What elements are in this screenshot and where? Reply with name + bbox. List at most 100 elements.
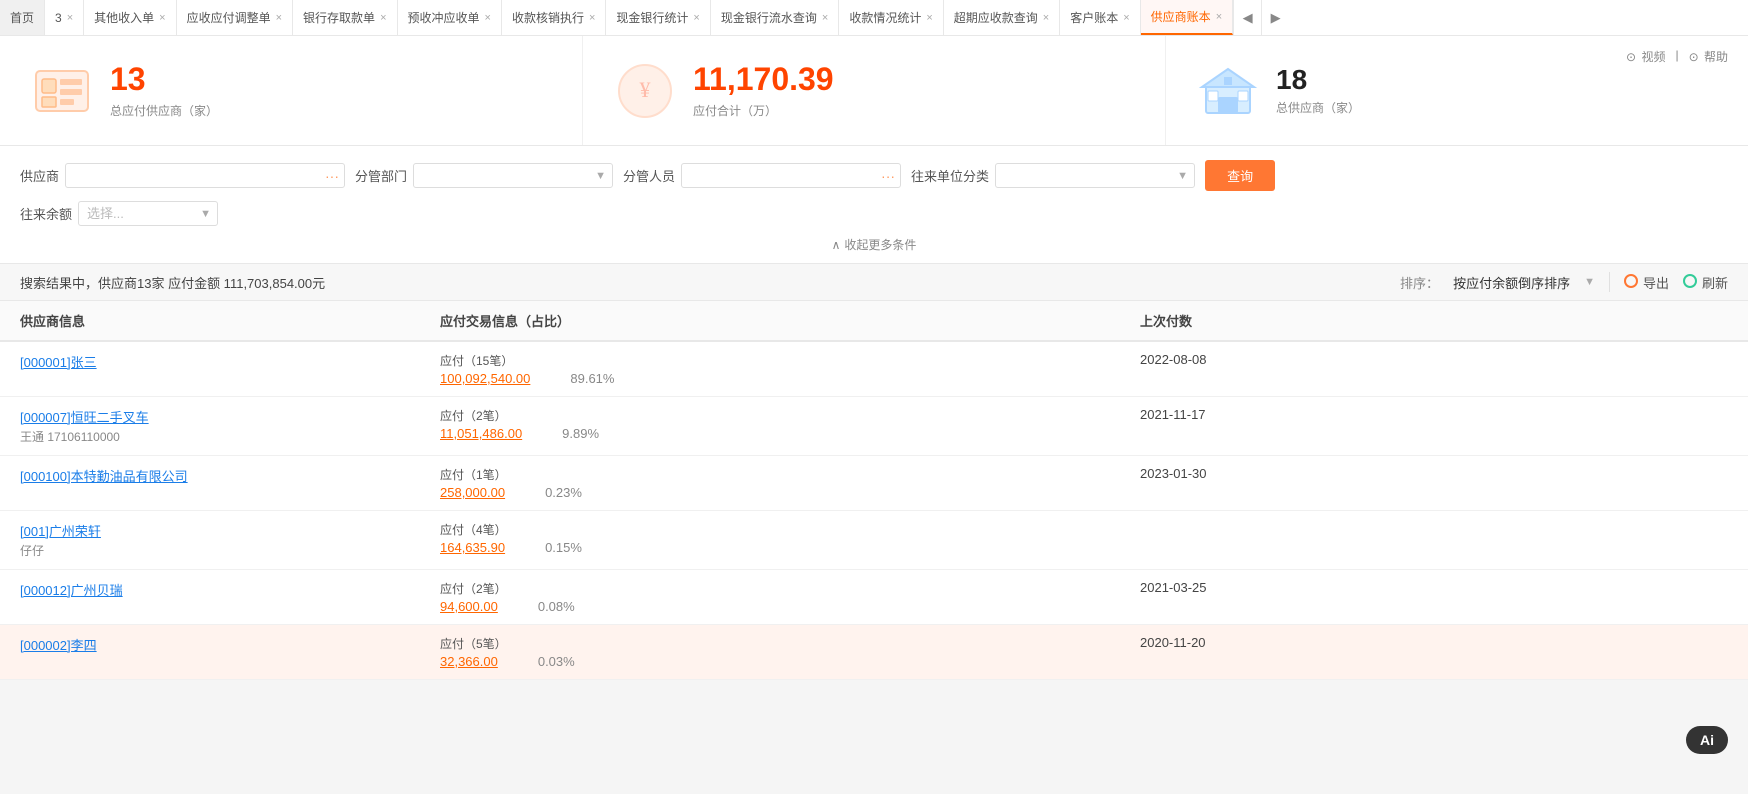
tx-amount[interactable]: 258,000.00: [440, 485, 505, 500]
tx-amount[interactable]: 164,635.90: [440, 540, 505, 555]
table-row: [000100]本特勤油品有限公司应付（1笔）258,000.000.23%20…: [0, 456, 1748, 511]
col-supplier-info: 供应商信息: [0, 301, 420, 341]
last-pay-cell: [1120, 511, 1748, 570]
tx-amount[interactable]: 94,600.00: [440, 599, 498, 614]
summary-bar: 13 总应付供应商（家） ¥ 11,170.39 应付合计（万）: [0, 36, 1748, 146]
filter-dept: 分管部门 ▼: [355, 163, 613, 188]
close-icon[interactable]: ×: [822, 12, 828, 24]
close-icon[interactable]: ×: [67, 12, 73, 24]
supplier-info-cell: [001]广州荣轩仔仔: [0, 511, 420, 570]
tx-info-cell: 应付（4笔）164,635.900.15%: [420, 511, 1120, 570]
supplier-link[interactable]: [000100]本特勤油品有限公司: [20, 469, 188, 484]
tx-amount[interactable]: 32,366.00: [440, 654, 498, 669]
result-actions: 排序： 按应付余额倒序排序 ▼ 导出 刷新: [1400, 272, 1728, 292]
nav-tab-ar-ap-adjust[interactable]: 应收应付调整单 ×: [177, 0, 293, 35]
tx-percent: 89.61%: [570, 371, 614, 386]
person-dots-button[interactable]: ···: [881, 169, 895, 183]
last-pay-cell: 2022-08-08: [1120, 341, 1748, 397]
person-input-wrapper: ···: [681, 163, 901, 188]
summary-card-suppliers: 13 总应付供应商（家）: [0, 36, 583, 145]
help-link[interactable]: ⊙ 帮助: [1689, 48, 1728, 65]
close-icon[interactable]: ×: [926, 12, 932, 24]
supplier-sub-info: 王通 17106110000: [20, 428, 400, 445]
filter-person: 分管人员 ···: [623, 163, 901, 188]
supplier-link[interactable]: [000001]张三: [20, 355, 97, 370]
filter-category: 往来单位分类 ▼: [911, 163, 1195, 188]
close-icon[interactable]: ×: [276, 12, 282, 24]
person-input[interactable]: [681, 163, 901, 188]
video-link[interactable]: ⊙ 视频: [1626, 48, 1665, 65]
balance-select-wrapper: 选择... ▼: [78, 201, 218, 226]
supplier-link[interactable]: [001]广州荣轩: [20, 524, 101, 539]
supplier-dots-button[interactable]: ···: [325, 169, 339, 183]
supplier-link[interactable]: [000002]李四: [20, 638, 97, 653]
nav-tab-other-income[interactable]: 其他收入单 ×: [84, 0, 176, 35]
close-icon[interactable]: ×: [693, 12, 699, 24]
tx-amount[interactable]: 11,051,486.00: [440, 426, 522, 441]
col-tx-info: 应付交易信息（占比）: [420, 301, 1120, 341]
nav-tab-bank-deposit[interactable]: 银行存取款单 ×: [293, 0, 397, 35]
nav-right-arrow[interactable]: ▶: [1261, 0, 1289, 36]
close-icon[interactable]: ×: [1043, 12, 1049, 24]
refresh-icon: [1683, 274, 1699, 291]
filter-area: 供应商 ··· 分管部门 ▼ 分管人员 ···: [0, 146, 1748, 264]
close-icon[interactable]: ×: [589, 12, 595, 24]
nav-tab-three[interactable]: 3 ×: [45, 0, 84, 35]
chevron-down-icon: ▼: [1584, 276, 1595, 288]
close-icon[interactable]: ×: [380, 12, 386, 24]
close-icon[interactable]: ×: [485, 12, 491, 24]
nav-tab-collection-verify[interactable]: 收款核销执行 ×: [502, 0, 606, 35]
dept-select-wrapper: ▼: [413, 163, 613, 188]
query-button[interactable]: 查询: [1205, 160, 1275, 191]
close-icon[interactable]: ×: [1216, 11, 1222, 23]
nav-tab-cash-bank-stat[interactable]: 现金银行统计 ×: [606, 0, 710, 35]
table-row: [000001]张三应付（15笔）100,092,540.0089.61%202…: [0, 341, 1748, 397]
last-pay-cell: 2020-11-20: [1120, 625, 1748, 680]
export-icon: [1624, 274, 1640, 291]
supplier-info-cell: [000012]广州贝瑞: [0, 570, 420, 625]
last-pay-cell: 2021-03-25: [1120, 570, 1748, 625]
refresh-button[interactable]: 刷新: [1683, 273, 1728, 292]
table-row: [000007]恒旺二手叉车王通 17106110000 应付（2笔） 11,051…: [0, 397, 1748, 456]
sort-value[interactable]: 按应付余额倒序排序: [1453, 273, 1570, 292]
tx-label: 应付（2笔）: [440, 407, 1100, 424]
table-row: [000012]广州贝瑞应付（2笔）94,600.000.08%2021-03-…: [0, 570, 1748, 625]
summary-card-amount: ¥ 11,170.39 应付合计（万）: [583, 36, 1166, 145]
result-bar: 搜索结果中，供应商13家 应付金额 111,703,854.00元 排序： 按应…: [0, 264, 1748, 301]
nav-left-arrow[interactable]: ◀: [1233, 0, 1261, 36]
tx-amount[interactable]: 100,092,540.00: [440, 371, 530, 386]
result-info: 搜索结果中，供应商13家 应付金额 111,703,854.00元: [20, 273, 325, 292]
nav-tab-customer-ledger[interactable]: 客户账本 ×: [1060, 0, 1140, 35]
ai-badge[interactable]: Ai: [1686, 726, 1728, 754]
top-navigation: 首页 3 × 其他收入单 × 应收应付调整单 × 银行存取款单 × 预收冲应收单…: [0, 0, 1748, 36]
supplier-input-wrapper: ···: [65, 163, 345, 188]
table-body: [000001]张三应付（15笔）100,092,540.0089.61%202…: [0, 341, 1748, 680]
summary-text-total: 18 总供应商（家）: [1276, 65, 1360, 117]
export-button[interactable]: 导出: [1624, 273, 1669, 292]
balance-select[interactable]: 选择...: [78, 201, 218, 226]
supplier-link[interactable]: [000012]广州贝瑞: [20, 583, 123, 598]
video-icon: ⊙: [1626, 50, 1636, 64]
svg-text:¥: ¥: [640, 77, 651, 102]
nav-tab-home[interactable]: 首页: [0, 0, 45, 35]
category-filter-label: 往来单位分类: [911, 166, 989, 185]
nav-tab-supplier-ledger[interactable]: 供应商账本 ×: [1141, 0, 1233, 35]
nav-tab-cash-bank-flow[interactable]: 现金银行流水查询 ×: [711, 0, 839, 35]
close-icon[interactable]: ×: [159, 12, 165, 24]
table-header-row: 供应商信息 应付交易信息（占比） 上次付数: [0, 301, 1748, 341]
nav-tab-overdue-ar[interactable]: 超期应收款查询 ×: [944, 0, 1060, 35]
collapse-button[interactable]: ∧ 收起更多条件: [832, 236, 917, 253]
supplier-filter-label: 供应商: [20, 166, 59, 185]
supplier-input[interactable]: [65, 163, 345, 188]
dept-filter-label: 分管部门: [355, 166, 407, 185]
amount-label: 应付合计（万）: [693, 102, 834, 119]
dept-select[interactable]: [413, 163, 613, 188]
nav-tab-prepay-ar[interactable]: 预收冲应收单 ×: [398, 0, 502, 35]
help-area: ⊙ 视频 | ⊙ 帮助: [1626, 48, 1728, 65]
nav-tab-collection-stat[interactable]: 收款情况统计 ×: [839, 0, 943, 35]
close-icon[interactable]: ×: [1123, 12, 1129, 24]
supplier-link[interactable]: [000007]恒旺二手叉车: [20, 410, 149, 425]
filter-row-1: 供应商 ··· 分管部门 ▼ 分管人员 ···: [20, 160, 1728, 191]
category-select[interactable]: [995, 163, 1195, 188]
collapse-bar: ∧ 收起更多条件: [20, 236, 1728, 253]
